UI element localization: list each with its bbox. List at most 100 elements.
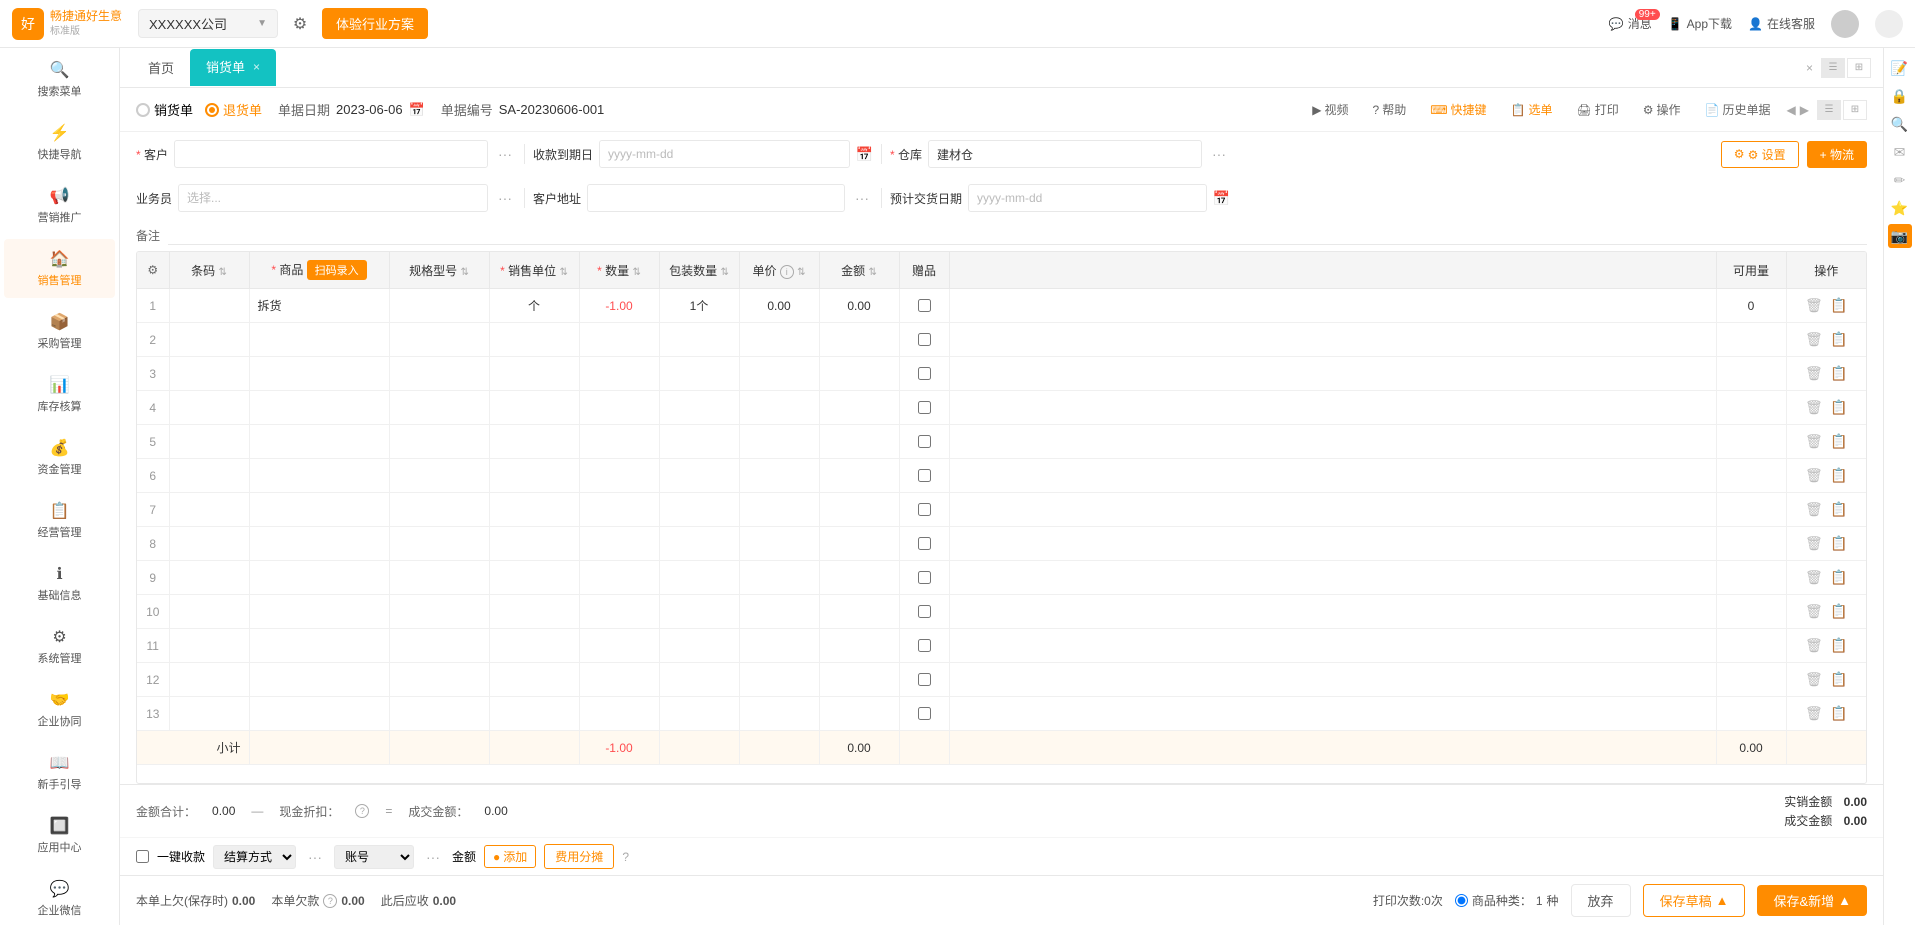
copy-row-button[interactable]: 📋 <box>1830 535 1847 551</box>
form-grid-view-button[interactable]: ⊞ <box>1843 100 1867 120</box>
row-unit[interactable] <box>489 697 579 731</box>
row-barcode[interactable] <box>169 323 249 357</box>
salesman-dots-icon[interactable]: ··· <box>494 190 516 206</box>
row-unit[interactable] <box>489 527 579 561</box>
row-spec[interactable] <box>389 629 489 663</box>
row-product[interactable] <box>249 629 389 663</box>
row-price[interactable] <box>739 459 819 493</box>
row-price[interactable] <box>739 527 819 561</box>
print-button[interactable]: 🖨 打印 <box>1569 98 1627 121</box>
row-unit[interactable] <box>489 459 579 493</box>
owed-info-icon[interactable]: ? <box>323 894 337 908</box>
delete-row-button[interactable]: 🗑 <box>1805 535 1823 551</box>
pkg-sort-icon[interactable]: ⇅ <box>720 267 728 278</box>
row-price[interactable] <box>739 357 819 391</box>
row-amount[interactable] <box>819 357 899 391</box>
row-amount[interactable] <box>819 595 899 629</box>
copy-row-button[interactable]: 📋 <box>1830 603 1847 619</box>
settlement-method-select[interactable]: 结算方式 <box>213 845 296 869</box>
row-barcode[interactable] <box>169 391 249 425</box>
settlement-dots-icon[interactable]: ··· <box>304 849 326 865</box>
row-unit[interactable] <box>489 595 579 629</box>
row-qty[interactable] <box>579 527 659 561</box>
logistics-button[interactable]: + 物流 <box>1807 141 1867 168</box>
choose-button[interactable]: 📋 选单 <box>1503 98 1561 121</box>
salesman-input[interactable] <box>178 184 488 212</box>
row-spec[interactable] <box>389 697 489 731</box>
row-product[interactable] <box>249 391 389 425</box>
delete-row-button[interactable]: 🗑 <box>1805 467 1823 483</box>
sidebar-item-finance[interactable]: 💰 资金管理 <box>4 428 115 487</box>
row-gift[interactable] <box>899 595 949 629</box>
spec-sort-icon[interactable]: ⇅ <box>460 267 468 278</box>
gift-checkbox[interactable] <box>918 401 931 414</box>
right-panel-btn-3[interactable]: 🔍 <box>1888 112 1912 136</box>
row-gift[interactable] <box>899 289 949 323</box>
row-qty[interactable] <box>579 629 659 663</box>
radio-sales-order[interactable]: 销货单 <box>136 100 193 119</box>
sidebar-item-app-center[interactable]: 🔲 应用中心 <box>4 806 115 865</box>
address-dots-icon[interactable]: ··· <box>851 190 873 206</box>
row-unit[interactable] <box>489 323 579 357</box>
delete-row-button[interactable]: 🗑 <box>1805 671 1823 687</box>
sidebar-item-marketing[interactable]: 📢 营销推广 <box>4 176 115 235</box>
row-product[interactable] <box>249 357 389 391</box>
sidebar-item-search[interactable]: 🔍 搜索菜单 <box>4 50 115 109</box>
tab-sales-order[interactable]: 销货单 × <box>190 49 276 86</box>
delete-row-button[interactable]: 🗑 <box>1805 297 1823 313</box>
row-unit[interactable]: 个 <box>489 289 579 323</box>
calendar-icon[interactable]: 📅 <box>409 102 425 118</box>
copy-row-button[interactable]: 📋 <box>1830 705 1847 721</box>
grid-view-button[interactable]: ⊞ <box>1847 58 1871 78</box>
trial-button[interactable]: 体验行业方案 <box>322 8 428 39</box>
customer-input[interactable] <box>174 140 488 168</box>
row-barcode[interactable] <box>169 561 249 595</box>
expected-date-calendar-icon[interactable]: 📅 <box>1213 190 1230 207</box>
row-qty[interactable] <box>579 595 659 629</box>
online-support-button[interactable]: 👤 在线客服 <box>1748 15 1815 32</box>
sidebar-item-system[interactable]: ⚙ 系统管理 <box>4 617 115 676</box>
row-price[interactable] <box>739 629 819 663</box>
discard-button[interactable]: 放弃 <box>1571 884 1631 917</box>
row-spec[interactable] <box>389 425 489 459</box>
sidebar-item-guide[interactable]: 📖 新手引导 <box>4 743 115 802</box>
row-unit[interactable] <box>489 425 579 459</box>
warehouse-input[interactable] <box>928 140 1202 168</box>
shortcuts-button[interactable]: ⌨ 快捷键 <box>1422 98 1494 121</box>
delete-row-button[interactable]: 🗑 <box>1805 705 1823 721</box>
save-new-button[interactable]: 保存&新增 ▲ <box>1757 885 1867 916</box>
copy-row-button[interactable]: 📋 <box>1830 433 1847 449</box>
row-pkg-qty[interactable] <box>659 459 739 493</box>
row-amount[interactable] <box>819 459 899 493</box>
video-button[interactable]: ▶ 视频 <box>1304 98 1356 121</box>
price-sort-icon[interactable]: ⇅ <box>797 267 805 278</box>
gift-checkbox[interactable] <box>918 571 931 584</box>
row-price[interactable] <box>739 561 819 595</box>
one-click-payment-checkbox[interactable] <box>136 850 149 863</box>
row-pkg-qty[interactable] <box>659 595 739 629</box>
row-product[interactable] <box>249 493 389 527</box>
row-price[interactable] <box>739 425 819 459</box>
row-pkg-qty[interactable] <box>659 527 739 561</box>
gift-checkbox[interactable] <box>918 333 931 346</box>
row-pkg-qty[interactable] <box>659 323 739 357</box>
copy-row-button[interactable]: 📋 <box>1830 467 1847 483</box>
gift-checkbox[interactable] <box>918 673 931 686</box>
scan-button[interactable]: 扫码录入 <box>307 260 367 280</box>
delete-row-button[interactable]: 🗑 <box>1805 331 1823 347</box>
row-gift[interactable] <box>899 323 949 357</box>
sidebar-item-sales[interactable]: 🏠 销售管理 <box>4 239 115 298</box>
copy-row-button[interactable]: 📋 <box>1830 569 1847 585</box>
row-gift[interactable] <box>899 391 949 425</box>
right-panel-btn-orange[interactable]: 📷 <box>1888 224 1912 248</box>
row-amount[interactable] <box>819 629 899 663</box>
col-settings[interactable]: ⚙ <box>137 252 169 289</box>
sidebar-item-purchase[interactable]: 📦 采购管理 <box>4 302 115 361</box>
copy-row-button[interactable]: 📋 <box>1830 637 1847 653</box>
sidebar-item-basic-info[interactable]: ℹ 基础信息 <box>4 554 115 613</box>
qty-sort-icon[interactable]: ⇅ <box>632 267 640 278</box>
sidebar-item-wechat[interactable]: 💬 企业微信 <box>4 869 115 925</box>
sidebar-item-inventory[interactable]: 📊 库存核算 <box>4 365 115 424</box>
row-amount[interactable] <box>819 697 899 731</box>
row-qty[interactable] <box>579 391 659 425</box>
